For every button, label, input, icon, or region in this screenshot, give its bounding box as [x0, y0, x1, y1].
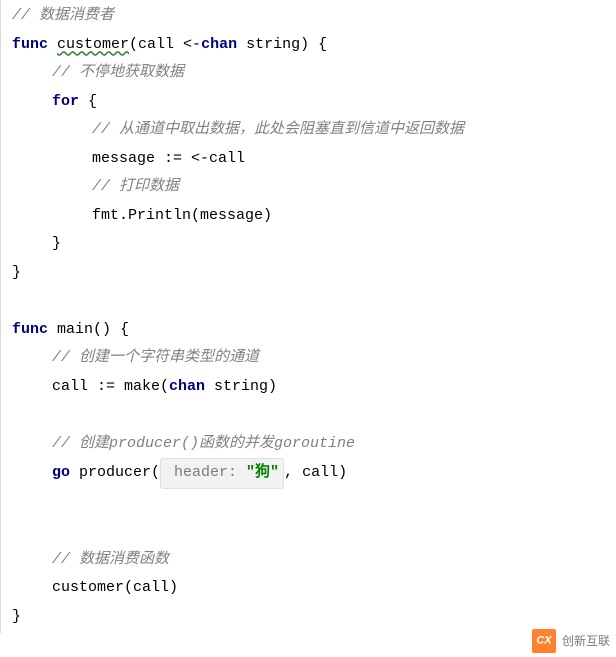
comment: // 创建一个字符串类型的通道: [52, 349, 259, 366]
code-editor[interactable]: // 数据消费者 func customer(call <-chan strin…: [0, 0, 616, 633]
comment: // 从通道中取出数据，此处会阻塞直到信道中返回数据: [92, 121, 464, 138]
code-line: }: [12, 230, 608, 259]
comment: // 不停地获取数据: [52, 64, 184, 81]
keyword-for: for: [52, 93, 79, 110]
code-line: go producer( header: "狗", call): [12, 458, 608, 489]
stmt-make-b: string): [205, 378, 277, 395]
param-hint: header: "狗": [160, 458, 284, 489]
code-line: func main() {: [12, 316, 608, 345]
code-line: fmt.Println(message): [12, 202, 608, 231]
code-line: // 创建producer()函数的并发goroutine: [12, 430, 608, 459]
type-string: string: [237, 36, 300, 53]
keyword-chan: chan: [201, 36, 237, 53]
blank-line: [12, 489, 608, 518]
code-line: // 打印数据: [12, 173, 608, 202]
func-name-main: main() {: [48, 321, 129, 338]
keyword-func: func: [12, 321, 48, 338]
code-line: call := make(chan string): [12, 373, 608, 402]
keyword-chan: chan: [169, 378, 205, 395]
stmt-message: message := <-call: [92, 150, 245, 167]
blank-line: [12, 401, 608, 430]
call-producer-a: producer(: [70, 464, 160, 481]
paren: (call <-: [129, 36, 201, 53]
watermark-logo: 创新互联: [532, 629, 610, 653]
brace: {: [79, 93, 97, 110]
code-line: func customer(call <-chan string) {: [12, 31, 608, 60]
logo-mark-icon: [532, 629, 556, 653]
code-line: message := <-call: [12, 145, 608, 174]
blank-line: [12, 517, 608, 546]
code-line: // 数据消费者: [12, 2, 608, 31]
comment: // 数据消费函数: [52, 551, 169, 568]
string-literal: "狗": [246, 464, 279, 481]
brace-close: }: [12, 264, 21, 281]
func-name-customer: customer: [57, 36, 129, 53]
code-line: // 从通道中取出数据，此处会阻塞直到信道中返回数据: [12, 116, 608, 145]
comment: // 打印数据: [92, 178, 179, 195]
code-line: customer(call): [12, 574, 608, 603]
logo-text: 创新互联: [562, 630, 610, 653]
comment: // 创建producer()函数的并发goroutine: [52, 435, 355, 452]
code-line: // 创建一个字符串类型的通道: [12, 344, 608, 373]
stmt-println: fmt.Println(message): [92, 207, 272, 224]
paren-close: ) {: [300, 36, 327, 53]
brace-close: }: [52, 235, 61, 252]
code-line: for {: [12, 88, 608, 117]
blank-line: [12, 287, 608, 316]
comment: // 数据消费者: [12, 7, 114, 24]
keyword-func: func: [12, 36, 48, 53]
param-hint-label: header:: [165, 464, 246, 481]
stmt-make-a: call := make(: [52, 378, 169, 395]
brace-close: }: [12, 608, 21, 625]
stmt-customer-call: customer(call): [52, 579, 178, 596]
gutter: [0, 0, 1, 633]
code-line: // 不停地获取数据: [12, 59, 608, 88]
code-line: }: [12, 259, 608, 288]
keyword-go: go: [52, 464, 70, 481]
code-line: }: [12, 603, 608, 632]
code-line: // 数据消费函数: [12, 546, 608, 575]
call-producer-b: , call): [284, 464, 347, 481]
